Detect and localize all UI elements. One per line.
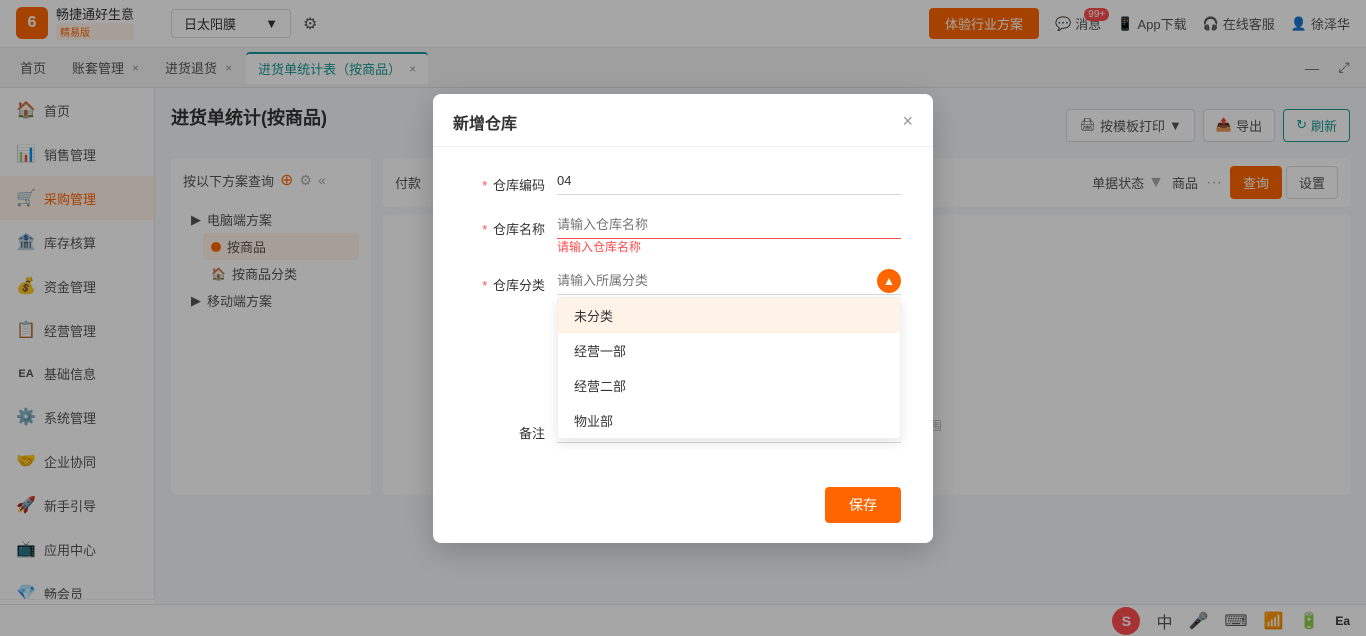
warehouse-code-input[interactable] xyxy=(557,167,901,195)
category-input[interactable] xyxy=(557,267,901,295)
dropdown-item-dept3[interactable]: 物业部 xyxy=(558,403,900,438)
dropdown-item-dept2[interactable]: 经营二部 xyxy=(558,368,900,403)
dropdown-item-uncategorized[interactable]: 未分类 xyxy=(558,298,900,333)
category-select-wrapper: ▲ xyxy=(557,267,901,295)
name-required: * xyxy=(482,222,487,237)
name-label: * 仓库名称 xyxy=(465,211,545,238)
arrow-up-icon: ▲ xyxy=(883,274,895,288)
category-required: * xyxy=(482,278,487,293)
modal-title: 新增仓库 xyxy=(453,110,517,134)
name-error-msg: 请输入仓库名称 xyxy=(557,238,641,255)
modal-footer: 保存 xyxy=(433,479,933,523)
warehouse-name-input[interactable] xyxy=(557,211,901,239)
code-label-text: 仓库编码 xyxy=(493,178,545,193)
name-label-text: 仓库名称 xyxy=(493,222,545,237)
modal-close-btn[interactable]: × xyxy=(902,111,913,132)
warehouse-code-row: * 仓库编码 xyxy=(465,167,901,195)
dropdown-item-dept1[interactable]: 经营一部 xyxy=(558,333,900,368)
category-toggle-btn[interactable]: ▲ xyxy=(877,269,901,293)
modal-body: * 仓库编码 * 仓库名称 请输入仓库名称 * 仓库分类 xyxy=(433,147,933,479)
modal-header: 新增仓库 × xyxy=(433,94,933,147)
notes-label: 备注 xyxy=(465,415,545,442)
code-label: * 仓库编码 xyxy=(465,167,545,194)
warehouse-name-row: * 仓库名称 请输入仓库名称 xyxy=(465,211,901,239)
save-button[interactable]: 保存 xyxy=(825,487,901,523)
modal-overlay: 新增仓库 × * 仓库编码 * 仓库名称 请输入仓库名称 xyxy=(0,0,1366,636)
add-warehouse-modal: 新增仓库 × * 仓库编码 * 仓库名称 请输入仓库名称 xyxy=(433,94,933,543)
category-label: * 仓库分类 xyxy=(465,267,545,294)
category-dropdown: 未分类 经营一部 经营二部 物业部 xyxy=(557,297,901,439)
code-required: * xyxy=(482,178,487,193)
warehouse-category-row: * 仓库分类 ▲ 未分类 经营一部 经营二部 物业部 xyxy=(465,267,901,295)
category-label-text: 仓库分类 xyxy=(493,278,545,293)
